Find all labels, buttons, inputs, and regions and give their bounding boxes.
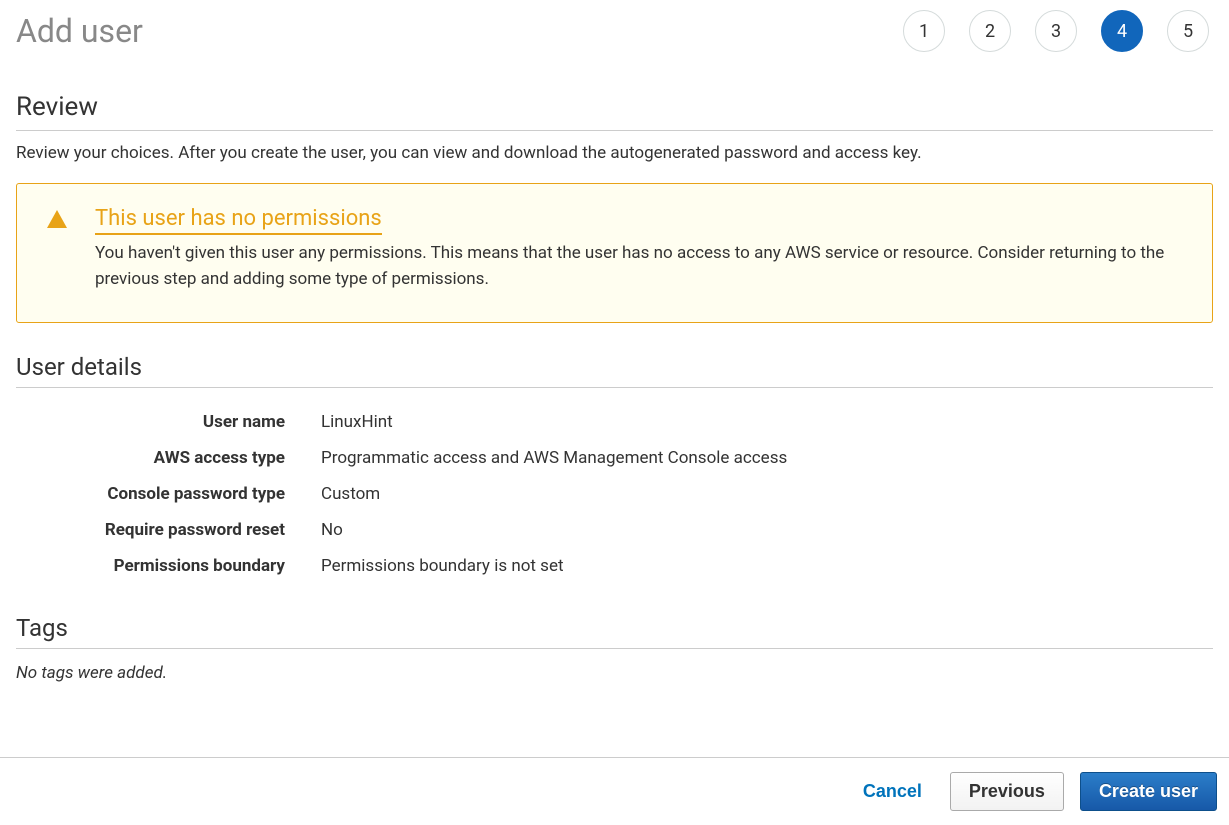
user-details-heading: User details	[16, 353, 1213, 388]
review-description: Review your choices. After you create th…	[16, 143, 1213, 163]
detail-value: Permissions boundary is not set	[321, 556, 1213, 576]
table-row: Console password type Custom	[16, 476, 1213, 512]
tags-text: No tags were added.	[16, 663, 1213, 683]
step-2[interactable]: 2	[969, 10, 1011, 52]
warning-title-link[interactable]: This user has no permissions	[95, 206, 382, 235]
warning-text: You haven't given this user any permissi…	[95, 241, 1184, 292]
detail-label: AWS access type	[16, 448, 321, 468]
previous-button[interactable]: Previous	[950, 772, 1064, 811]
cancel-button[interactable]: Cancel	[851, 773, 934, 810]
detail-label: Require password reset	[16, 520, 321, 540]
wizard-steps: 1 2 3 4 5	[903, 10, 1213, 52]
page-title: Add user	[16, 12, 143, 50]
step-4[interactable]: 4	[1101, 10, 1143, 52]
step-3[interactable]: 3	[1035, 10, 1077, 52]
review-heading: Review	[16, 92, 1213, 131]
table-row: AWS access type Programmatic access and …	[16, 440, 1213, 476]
detail-label: Console password type	[16, 484, 321, 504]
user-details-table: User name LinuxHint AWS access type Prog…	[16, 404, 1213, 584]
detail-value: No	[321, 520, 1213, 540]
tags-heading: Tags	[16, 614, 1213, 649]
step-5[interactable]: 5	[1167, 10, 1209, 52]
detail-label: User name	[16, 412, 321, 432]
detail-value: Custom	[321, 484, 1213, 504]
create-user-button[interactable]: Create user	[1080, 772, 1217, 811]
step-1[interactable]: 1	[903, 10, 945, 52]
table-row: User name LinuxHint	[16, 404, 1213, 440]
warning-icon	[45, 206, 69, 236]
table-row: Permissions boundary Permissions boundar…	[16, 548, 1213, 584]
warning-box: This user has no permissions You haven't…	[16, 183, 1213, 323]
footer: Cancel Previous Create user	[0, 757, 1229, 825]
table-row: Require password reset No	[16, 512, 1213, 548]
detail-label: Permissions boundary	[16, 556, 321, 576]
detail-value: LinuxHint	[321, 412, 1213, 432]
detail-value: Programmatic access and AWS Management C…	[321, 448, 1213, 468]
